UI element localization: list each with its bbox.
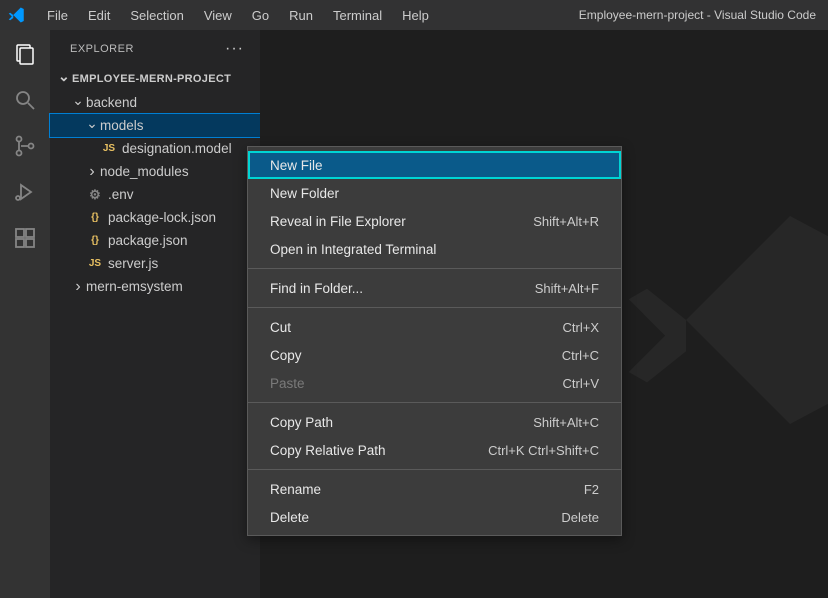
- chevron-down-icon: [72, 94, 84, 111]
- menu-file[interactable]: File: [38, 4, 77, 27]
- chevron-right-icon: [72, 278, 84, 296]
- json-file-icon: {}: [86, 212, 104, 223]
- gear-icon: ⚙: [86, 187, 104, 203]
- ctx-copy-relative-path[interactable]: Copy Relative PathCtrl+K Ctrl+Shift+C: [248, 436, 621, 464]
- activity-bar: [0, 30, 50, 598]
- project-root[interactable]: EMPLOYEE-MERN-PROJECT: [50, 66, 260, 91]
- folder-mern-emsystem[interactable]: mern-emsystem: [50, 275, 260, 298]
- chevron-right-icon: [86, 163, 98, 181]
- file-env[interactable]: ⚙ .env: [50, 183, 260, 206]
- context-menu-separator: [248, 469, 621, 470]
- file-server-js[interactable]: JS server.js: [50, 252, 260, 275]
- file-designation-model[interactable]: JS designation.model: [50, 137, 260, 160]
- menu-edit[interactable]: Edit: [79, 4, 119, 27]
- ctx-new-file[interactable]: New File: [248, 151, 621, 179]
- ctx-reveal-in-file-explorer[interactable]: Reveal in File ExplorerShift+Alt+R: [248, 207, 621, 235]
- js-file-icon: JS: [100, 143, 118, 154]
- vscode-logo-icon: [8, 6, 26, 24]
- menu-terminal[interactable]: Terminal: [324, 4, 391, 27]
- explorer-label: EXPLORER: [70, 43, 134, 55]
- chevron-down-icon: [58, 70, 70, 87]
- project-name: EMPLOYEE-MERN-PROJECT: [72, 73, 231, 85]
- context-menu-separator: [248, 307, 621, 308]
- ctx-delete[interactable]: DeleteDelete: [248, 503, 621, 531]
- ctx-rename[interactable]: RenameF2: [248, 475, 621, 503]
- ctx-cut[interactable]: CutCtrl+X: [248, 313, 621, 341]
- chevron-down-icon: [86, 117, 98, 134]
- run-debug-icon[interactable]: [11, 178, 39, 206]
- menu-go[interactable]: Go: [243, 4, 278, 27]
- menu-help[interactable]: Help: [393, 4, 438, 27]
- ctx-open-in-integrated-terminal[interactable]: Open in Integrated Terminal: [248, 235, 621, 263]
- ctx-new-folder[interactable]: New Folder: [248, 179, 621, 207]
- file-tree: backend models JS designation.model node…: [50, 91, 260, 298]
- json-file-icon: {}: [86, 235, 104, 246]
- ctx-find-in-folder-[interactable]: Find in Folder...Shift+Alt+F: [248, 274, 621, 302]
- search-icon[interactable]: [11, 86, 39, 114]
- context-menu-separator: [248, 402, 621, 403]
- menu-selection[interactable]: Selection: [121, 4, 192, 27]
- window-title: Employee-mern-project - Visual Studio Co…: [438, 8, 820, 22]
- file-package-json[interactable]: {} package.json: [50, 229, 260, 252]
- menu-run[interactable]: Run: [280, 4, 322, 27]
- title-bar: File Edit Selection View Go Run Terminal…: [0, 0, 828, 30]
- vscode-watermark-icon: [608, 190, 828, 453]
- explorer-icon[interactable]: [11, 40, 39, 68]
- explorer-sidebar: EXPLORER ··· EMPLOYEE-MERN-PROJECT backe…: [50, 30, 260, 598]
- folder-node-modules[interactable]: node_modules: [50, 160, 260, 183]
- ctx-copy[interactable]: CopyCtrl+C: [248, 341, 621, 369]
- file-package-lock[interactable]: {} package-lock.json: [50, 206, 260, 229]
- extensions-icon[interactable]: [11, 224, 39, 252]
- js-file-icon: JS: [86, 258, 104, 269]
- context-menu-separator: [248, 268, 621, 269]
- folder-backend[interactable]: backend: [50, 91, 260, 114]
- menu-view[interactable]: View: [195, 4, 241, 27]
- source-control-icon[interactable]: [11, 132, 39, 160]
- ctx-copy-path[interactable]: Copy PathShift+Alt+C: [248, 408, 621, 436]
- explorer-more-icon[interactable]: ···: [225, 40, 244, 58]
- ctx-paste: PasteCtrl+V: [248, 369, 621, 397]
- folder-models[interactable]: models: [50, 114, 260, 137]
- context-menu: New FileNew FolderReveal in File Explore…: [247, 146, 622, 536]
- menu-bar: File Edit Selection View Go Run Terminal…: [38, 4, 438, 27]
